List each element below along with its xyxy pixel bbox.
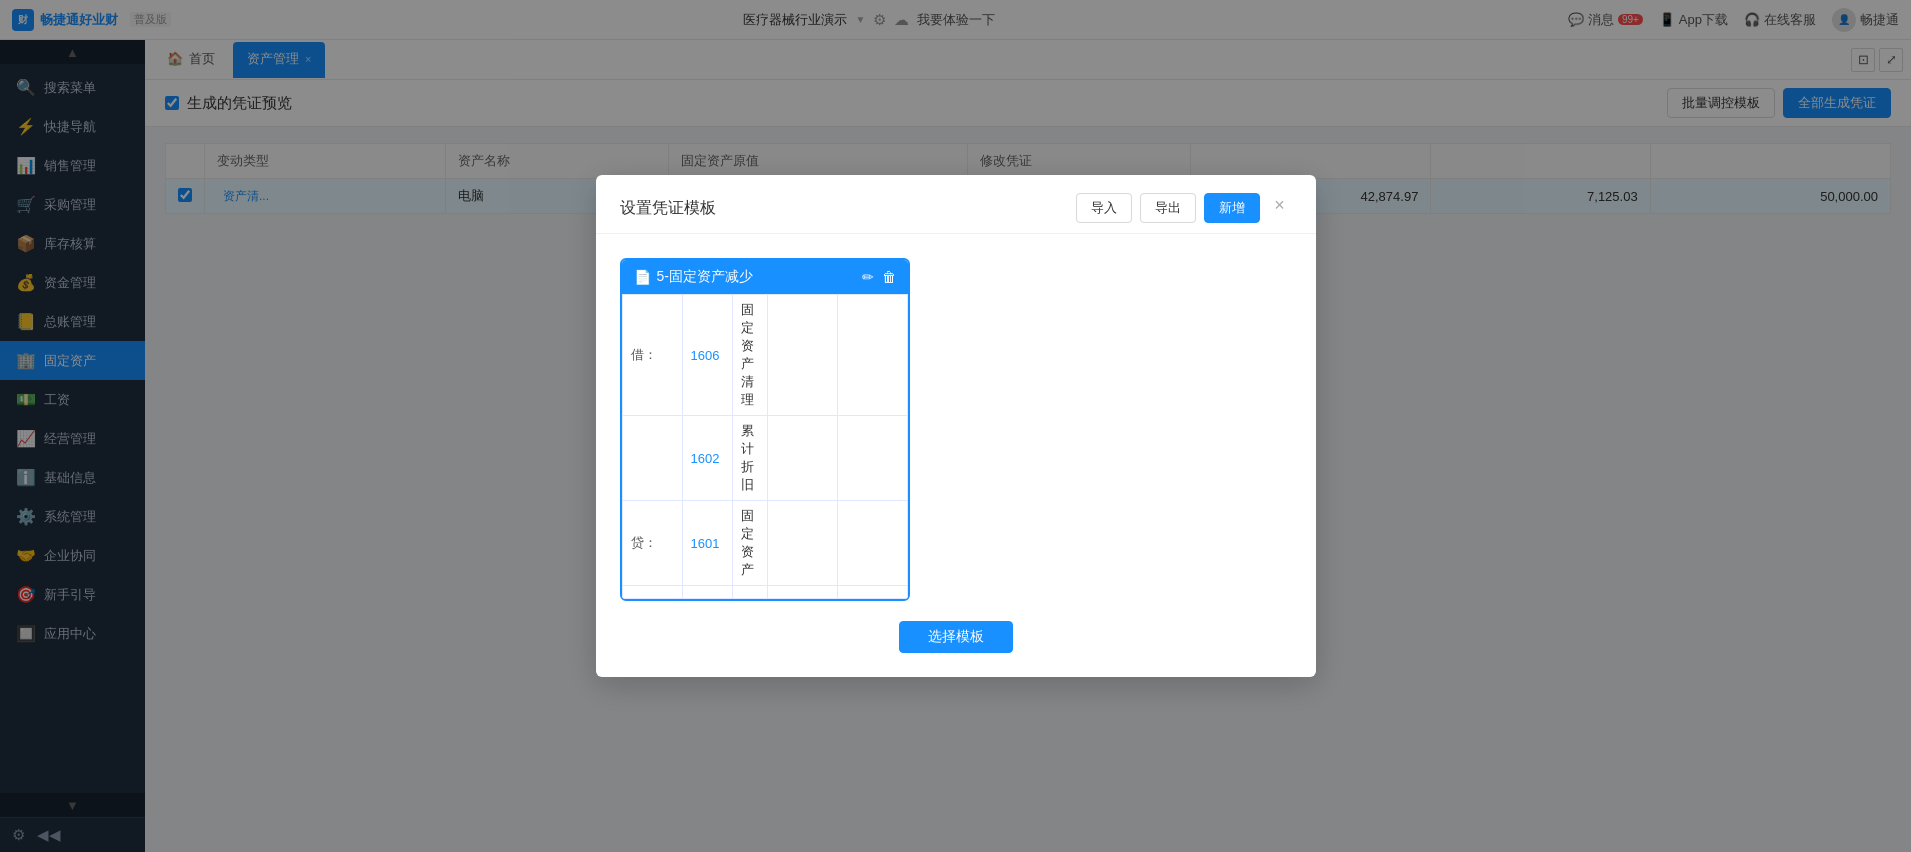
template-entries-table: 借： 1606 固定资产清理 1602 累计折旧: [622, 294, 908, 599]
template-delete-icon[interactable]: 🗑: [882, 269, 896, 285]
modal-title: 设置凭证模板: [620, 198, 716, 219]
entry-name-1: 累计折旧: [732, 416, 767, 501]
modal-actions: 导入 导出 新增 ×: [1076, 193, 1292, 223]
entry-code-2: 1601: [682, 501, 732, 586]
entry-debit-2: [767, 501, 837, 586]
new-btn[interactable]: 新增: [1204, 193, 1260, 223]
select-template-btn[interactable]: 选择模板: [899, 621, 1013, 653]
template-card-header-right: ✏ 🗑: [862, 269, 896, 285]
modal-overlay[interactable]: 设置凭证模板 导入 导出 新增 × 📄 5-固定资产减少 ✏ 🗑: [0, 0, 1911, 852]
template-card: 📄 5-固定资产减少 ✏ 🗑 借： 1606 固: [620, 258, 910, 601]
entry-name-0: 固定资产清理: [732, 295, 767, 416]
entry-name-2: 固定资产: [732, 501, 767, 586]
template-title: 5-固定资产减少: [657, 268, 753, 286]
modal-header: 设置凭证模板 导入 导出 新增 ×: [596, 175, 1316, 234]
template-card-body: 借： 1606 固定资产清理 1602 累计折旧: [622, 294, 908, 599]
entry-code-1: 1602: [682, 416, 732, 501]
template-doc-icon: 📄: [634, 269, 651, 285]
template-card-header-left: 📄 5-固定资产减少: [634, 268, 753, 286]
empty-credit: [837, 586, 907, 599]
template-card-header: 📄 5-固定资产减少 ✏ 🗑: [622, 260, 908, 294]
entry-side-0: 借：: [622, 295, 682, 416]
entry-side-1: [622, 416, 682, 501]
import-btn[interactable]: 导入: [1076, 193, 1132, 223]
empty-debit: [767, 586, 837, 599]
template-entry-row: 1602 累计折旧: [622, 416, 907, 501]
entry-debit-0: [767, 295, 837, 416]
select-template-container: 选择模板: [620, 621, 1292, 653]
export-btn[interactable]: 导出: [1140, 193, 1196, 223]
empty-name: [732, 586, 767, 599]
entry-side-2: 贷：: [622, 501, 682, 586]
template-empty-row: [622, 586, 907, 599]
entry-debit-1: [767, 416, 837, 501]
entry-credit-1: [837, 416, 907, 501]
template-entry-row: 贷： 1601 固定资产: [622, 501, 907, 586]
modal: 设置凭证模板 导入 导出 新增 × 📄 5-固定资产减少 ✏ 🗑: [596, 175, 1316, 677]
empty-code: [682, 586, 732, 599]
entry-credit-0: [837, 295, 907, 416]
template-entry-row: 借： 1606 固定资产清理: [622, 295, 907, 416]
modal-close-btn[interactable]: ×: [1268, 193, 1292, 217]
modal-body: 📄 5-固定资产减少 ✏ 🗑 借： 1606 固: [596, 234, 1316, 677]
entry-code-0: 1606: [682, 295, 732, 416]
entry-credit-2: [837, 501, 907, 586]
empty-side: [622, 586, 682, 599]
template-edit-icon[interactable]: ✏: [862, 269, 874, 285]
